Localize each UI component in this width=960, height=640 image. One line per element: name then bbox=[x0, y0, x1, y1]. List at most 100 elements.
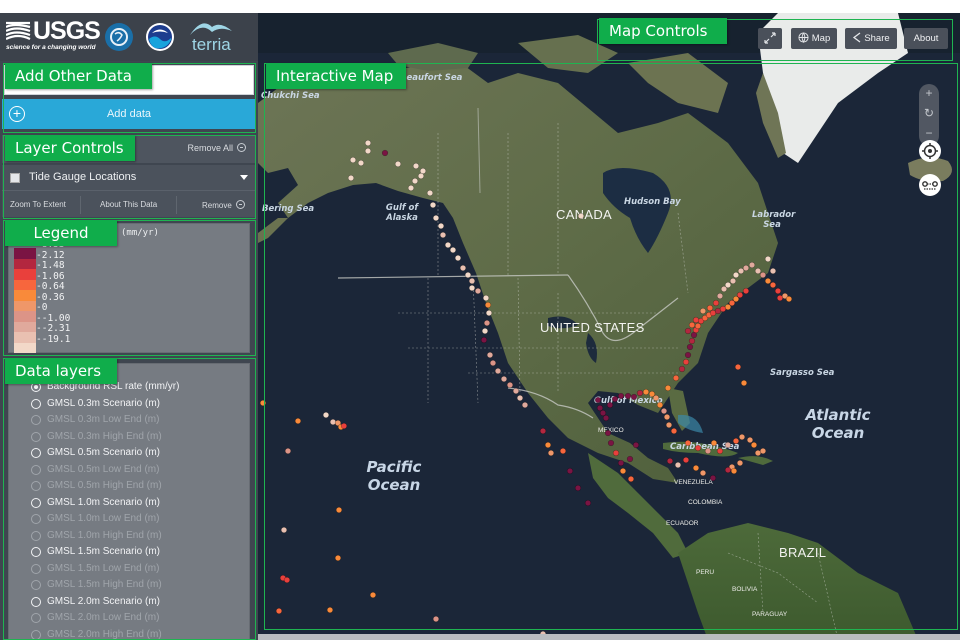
radio-button[interactable] bbox=[31, 497, 41, 508]
tide-gauge-marker[interactable] bbox=[506, 381, 514, 389]
layer-visibility-checkbox[interactable] bbox=[10, 173, 20, 183]
tide-gauge-marker[interactable] bbox=[485, 309, 493, 317]
tide-gauge-marker[interactable] bbox=[688, 337, 696, 345]
tide-gauge-marker[interactable] bbox=[716, 447, 724, 455]
tide-gauge-marker[interactable] bbox=[482, 294, 490, 302]
tide-gauge-marker[interactable] bbox=[483, 319, 491, 327]
tide-gauge-marker[interactable] bbox=[684, 327, 692, 335]
tide-gauge-marker[interactable] bbox=[617, 459, 625, 467]
tide-gauge-marker[interactable] bbox=[710, 439, 718, 447]
radio-button[interactable] bbox=[31, 431, 41, 442]
tide-gauge-marker[interactable] bbox=[521, 401, 529, 409]
usgs-logo[interactable]: USGS science for a changing world bbox=[6, 17, 101, 55]
radio-button[interactable] bbox=[31, 448, 41, 458]
tide-gauge-marker[interactable] bbox=[724, 281, 732, 289]
tide-gauge-marker[interactable] bbox=[712, 299, 720, 307]
tide-gauge-marker[interactable] bbox=[754, 267, 762, 275]
tide-gauge-marker[interactable] bbox=[480, 336, 488, 344]
tide-gauge-marker[interactable] bbox=[394, 160, 402, 168]
tide-gauge-marker[interactable] bbox=[412, 162, 420, 170]
tide-gauge-marker[interactable] bbox=[334, 554, 342, 562]
tide-gauge-marker[interactable] bbox=[512, 387, 520, 395]
tide-gauge-marker[interactable] bbox=[322, 411, 330, 419]
measure-tool-button[interactable] bbox=[919, 174, 941, 196]
tide-gauge-marker[interactable] bbox=[617, 392, 625, 400]
tide-gauge-marker[interactable] bbox=[630, 393, 638, 401]
tide-gauge-marker[interactable] bbox=[489, 359, 497, 367]
map-viewer[interactable]: Beaufort Sea Chukchi Sea Bering Sea Gulf… bbox=[258, 13, 960, 640]
tide-gauge-marker[interactable] bbox=[449, 246, 457, 254]
tide-gauge-marker[interactable] bbox=[632, 441, 640, 449]
tide-gauge-marker[interactable] bbox=[627, 475, 635, 483]
tide-gauge-marker[interactable] bbox=[275, 607, 283, 615]
tide-gauge-marker[interactable] bbox=[500, 375, 508, 383]
tide-gauge-marker[interactable] bbox=[381, 149, 389, 157]
tide-gauge-marker[interactable] bbox=[699, 307, 707, 315]
tide-gauge-marker[interactable] bbox=[459, 264, 467, 272]
tide-gauge-marker[interactable] bbox=[742, 287, 750, 295]
tide-gauge-marker[interactable] bbox=[364, 147, 372, 155]
tide-gauge-marker[interactable] bbox=[736, 459, 744, 467]
tide-gauge-marker[interactable] bbox=[624, 392, 632, 400]
tide-gauge-marker[interactable] bbox=[692, 464, 700, 472]
caret-down-icon[interactable] bbox=[240, 175, 248, 180]
tide-gauge-marker[interactable] bbox=[656, 401, 664, 409]
noaa-logo-icon[interactable] bbox=[146, 23, 174, 51]
radio-button[interactable] bbox=[31, 629, 41, 639]
zoom-to-extent-button[interactable]: Zoom To Extent bbox=[10, 200, 66, 209]
radio-button[interactable] bbox=[31, 580, 41, 590]
tide-gauge-marker[interactable] bbox=[606, 401, 614, 409]
terria-logo[interactable]: terria bbox=[188, 19, 234, 59]
tide-gauge-marker[interactable] bbox=[464, 271, 472, 279]
tide-gauge-marker[interactable] bbox=[682, 456, 690, 464]
radio-button[interactable] bbox=[31, 415, 41, 425]
tide-gauge-marker[interactable] bbox=[759, 271, 767, 279]
tide-gauge-marker[interactable] bbox=[724, 441, 732, 449]
radio-button[interactable] bbox=[31, 514, 41, 524]
tide-gauge-marker[interactable] bbox=[474, 287, 482, 295]
tide-gauge-marker[interactable] bbox=[764, 255, 772, 263]
tide-gauge-marker[interactable] bbox=[432, 214, 440, 222]
tide-gauge-marker[interactable] bbox=[602, 414, 610, 422]
tide-gauge-marker[interactable] bbox=[684, 351, 692, 359]
tide-gauge-marker[interactable] bbox=[294, 417, 302, 425]
radio-button[interactable] bbox=[31, 481, 41, 491]
climate-logo-icon[interactable] bbox=[105, 23, 133, 51]
remove-layer-button[interactable]: Remove bbox=[202, 200, 245, 210]
radio-button[interactable] bbox=[31, 613, 41, 623]
tide-gauge-marker[interactable] bbox=[259, 399, 267, 407]
radio-button[interactable] bbox=[31, 398, 41, 409]
about-button[interactable]: About bbox=[904, 28, 948, 49]
tide-gauge-marker[interactable] bbox=[740, 379, 748, 387]
tide-gauge-marker[interactable] bbox=[284, 447, 292, 455]
tide-gauge-marker[interactable] bbox=[769, 281, 777, 289]
tide-gauge-marker[interactable] bbox=[364, 139, 372, 147]
radio-button[interactable] bbox=[31, 530, 41, 541]
tide-gauge-marker[interactable] bbox=[349, 156, 357, 164]
tide-gauge-marker[interactable] bbox=[594, 396, 602, 404]
tide-gauge-marker[interactable] bbox=[665, 421, 673, 429]
tide-gauge-marker[interactable] bbox=[688, 321, 696, 329]
tide-gauge-marker[interactable] bbox=[357, 159, 365, 167]
fullscreen-button[interactable] bbox=[758, 28, 782, 49]
tide-gauge-marker[interactable] bbox=[437, 222, 445, 230]
tide-gauge-marker[interactable] bbox=[666, 457, 674, 465]
tide-gauge-marker[interactable] bbox=[686, 343, 694, 351]
tide-gauge-marker[interactable] bbox=[663, 413, 671, 421]
tide-gauge-marker[interactable] bbox=[539, 427, 547, 435]
tide-gauge-marker[interactable] bbox=[742, 264, 750, 272]
tide-gauge-marker[interactable] bbox=[283, 576, 291, 584]
tide-gauge-marker[interactable] bbox=[678, 365, 686, 373]
zoom-out-button[interactable]: − bbox=[919, 126, 939, 140]
about-this-data-button[interactable]: About This Data bbox=[100, 200, 157, 209]
tide-gauge-marker[interactable] bbox=[660, 407, 668, 415]
tide-gauge-marker[interactable] bbox=[340, 422, 348, 430]
tide-gauge-marker[interactable] bbox=[684, 439, 692, 447]
tide-gauge-marker[interactable] bbox=[619, 467, 627, 475]
tide-gauge-marker[interactable] bbox=[369, 591, 377, 599]
tide-gauge-marker[interactable] bbox=[746, 436, 754, 444]
tide-gauge-marker[interactable] bbox=[759, 447, 767, 455]
tide-gauge-marker[interactable] bbox=[737, 267, 745, 275]
tide-gauge-marker[interactable] bbox=[566, 467, 574, 475]
tide-gauge-marker[interactable] bbox=[429, 201, 437, 209]
